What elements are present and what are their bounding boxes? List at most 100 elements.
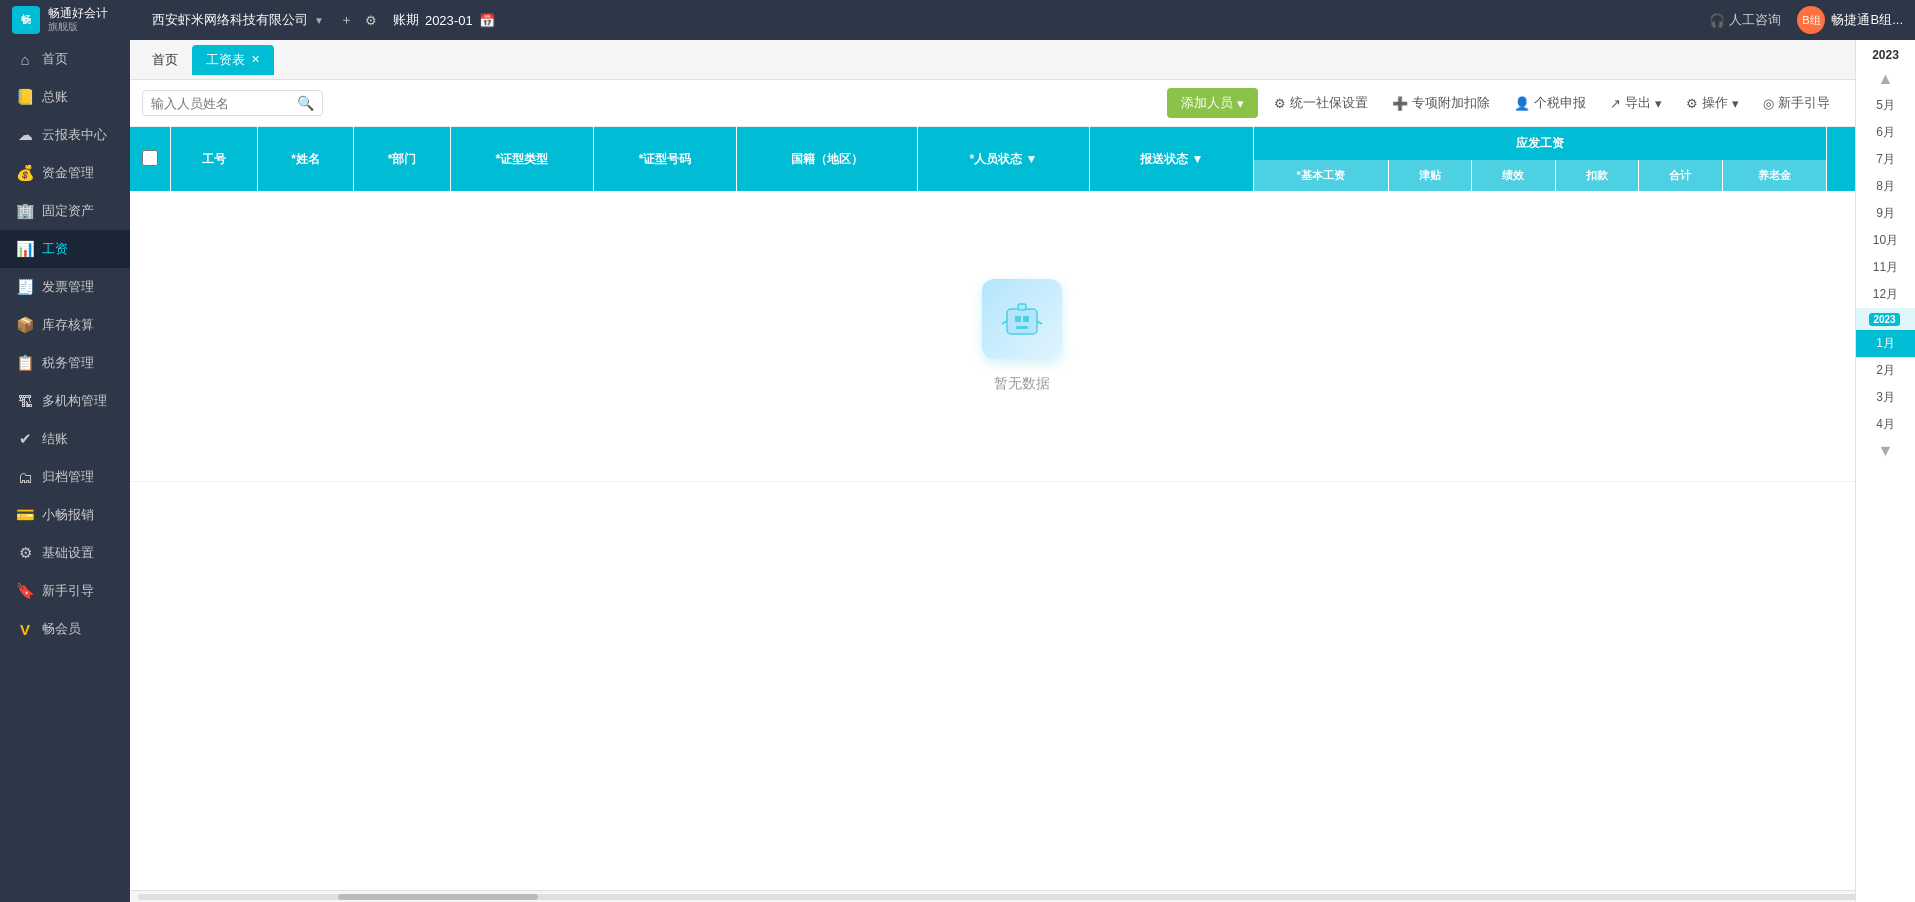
- sidebar-item-inventory[interactable]: 📦 库存核算: [0, 306, 130, 344]
- tab-close-icon[interactable]: ✕: [251, 53, 260, 66]
- sidebar-item-salary[interactable]: 📊 工资: [0, 230, 130, 268]
- select-all-th[interactable]: [130, 127, 170, 191]
- sidebar-item-capital[interactable]: 💰 资金管理: [0, 154, 130, 192]
- home-icon: ⌂: [16, 51, 34, 68]
- main-content: 首页 工资表 ✕ 🔍 添加人员 ▾ ⚙ 统一社保设置 ➕ 专项附加扣除 👤 个税…: [130, 40, 1915, 902]
- date-month-11[interactable]: 11月: [1856, 254, 1915, 281]
- operations-btn[interactable]: ⚙ 操作 ▾: [1678, 90, 1747, 116]
- archive-icon: 🗂: [16, 469, 34, 486]
- tab-salary[interactable]: 工资表 ✕: [192, 45, 274, 75]
- period-label: 账期: [393, 11, 419, 29]
- sidebar-item-settings[interactable]: ⚙ 基础设置: [0, 534, 130, 572]
- right-area: 🎧 人工咨询 B组 畅捷通B组...: [1709, 6, 1903, 34]
- service-btn[interactable]: 🎧 人工咨询: [1709, 11, 1781, 29]
- search-wrap[interactable]: 🔍: [142, 90, 323, 116]
- date-month-1[interactable]: 1月: [1856, 330, 1915, 357]
- sidebar-item-expense[interactable]: 💳 小畅报销: [0, 496, 130, 534]
- service-label: 人工咨询: [1729, 11, 1781, 29]
- export-btn[interactable]: ↗ 导出 ▾: [1602, 90, 1670, 116]
- tab-salary-label: 工资表: [206, 51, 245, 69]
- date-month-12[interactable]: 12月: [1856, 281, 1915, 308]
- sidebar-item-ledger[interactable]: 📒 总账: [0, 78, 130, 116]
- capital-icon: 💰: [16, 164, 34, 182]
- add-person-btn[interactable]: 添加人员 ▾: [1167, 88, 1258, 118]
- new-guide-btn[interactable]: ◎ 新手引导: [1755, 90, 1838, 116]
- sidebar-label-vip: 畅会员: [42, 620, 81, 638]
- invoice-icon: 🧾: [16, 278, 34, 296]
- select-all-checkbox[interactable]: [142, 150, 158, 166]
- sidebar-label-salary: 工资: [42, 240, 68, 258]
- app-subtitle: 旗舰版: [48, 20, 108, 34]
- report-filter-icon[interactable]: ▼: [1191, 152, 1203, 166]
- assets-icon: 🏢: [16, 202, 34, 220]
- period-area: 账期 2023-01 📅: [393, 11, 495, 29]
- settings-icon: ⚙: [16, 544, 34, 562]
- header-actions: ＋ ⚙: [340, 11, 377, 29]
- search-input[interactable]: [151, 96, 291, 111]
- sidebar-item-guide[interactable]: 🔖 新手引导: [0, 572, 130, 610]
- ledger-icon: 📒: [16, 88, 34, 106]
- salary-icon: 📊: [16, 240, 34, 258]
- export-label: 导出: [1625, 94, 1651, 112]
- date-month-6[interactable]: 6月: [1856, 119, 1915, 146]
- sidebar-label-tax: 税务管理: [42, 354, 94, 372]
- operations-label: 操作: [1702, 94, 1728, 112]
- date-month-2[interactable]: 2月: [1856, 357, 1915, 384]
- col-country: 国籍（地区）: [737, 127, 918, 191]
- tab-home-label: 首页: [152, 51, 178, 69]
- date-month-9[interactable]: 9月: [1856, 200, 1915, 227]
- date-header: 2023: [1872, 44, 1899, 66]
- add-company-btn[interactable]: ＋: [340, 11, 353, 29]
- col-total: 合计: [1639, 160, 1723, 191]
- social-settings-btn[interactable]: ⚙ 统一社保设置: [1266, 90, 1376, 116]
- col-pension: 养老金: [1722, 160, 1827, 191]
- sidebar-item-vip[interactable]: V 畅会员: [0, 610, 130, 648]
- date-month-4[interactable]: 4月: [1856, 411, 1915, 438]
- sidebar-label-archive: 归档管理: [42, 468, 94, 486]
- date-month-3[interactable]: 3月: [1856, 384, 1915, 411]
- avatar-initials: B组: [1802, 13, 1820, 28]
- personal-tax-icon: 👤: [1514, 96, 1530, 111]
- sidebar-label-cloud: 云报表中心: [42, 126, 107, 144]
- period-value: 2023-01: [425, 13, 473, 28]
- date-up-icon[interactable]: ▲: [1874, 66, 1898, 92]
- date-month-5[interactable]: 5月: [1856, 92, 1915, 119]
- date-month-10[interactable]: 10月: [1856, 227, 1915, 254]
- special-deduction-btn[interactable]: ➕ 专项附加扣除: [1384, 90, 1498, 116]
- salary-table: 工号 *姓名 *部门 *证型类型 *证型号码 国籍（地区） *人员状态 ▼ 报送…: [130, 127, 1915, 482]
- settings-btn[interactable]: ⚙: [365, 13, 377, 28]
- date-down-icon[interactable]: ▼: [1874, 438, 1898, 464]
- sidebar-item-cloud-report[interactable]: ☁ 云报表中心: [0, 116, 130, 154]
- date-month-7[interactable]: 7月: [1856, 146, 1915, 173]
- sidebar-label-expense: 小畅报销: [42, 506, 94, 524]
- tab-home[interactable]: 首页: [138, 45, 192, 75]
- user-area[interactable]: B组 畅捷通B组...: [1797, 6, 1903, 34]
- sidebar: ⌂ 首页 📒 总账 ☁ 云报表中心 💰 资金管理 🏢 固定资产 📊 工资 🧾 发…: [0, 40, 130, 902]
- sidebar-item-multi-org[interactable]: 🏗 多机构管理: [0, 382, 130, 420]
- col-status: *人员状态 ▼: [917, 127, 1090, 191]
- col-report-status: 报送状态 ▼: [1090, 127, 1254, 191]
- status-filter-icon[interactable]: ▼: [1026, 152, 1038, 166]
- sidebar-item-home[interactable]: ⌂ 首页: [0, 40, 130, 78]
- sidebar-item-tax[interactable]: 📋 税务管理: [0, 344, 130, 382]
- search-icon: 🔍: [297, 95, 314, 111]
- personal-tax-btn[interactable]: 👤 个税申报: [1506, 90, 1594, 116]
- col-base-salary: *基本工资: [1253, 160, 1388, 191]
- headset-icon: 🎧: [1709, 13, 1725, 28]
- sidebar-item-archive[interactable]: 🗂 归档管理: [0, 458, 130, 496]
- scroll-thumb: [338, 894, 538, 900]
- date-month-8[interactable]: 8月: [1856, 173, 1915, 200]
- sidebar-item-close[interactable]: ✔ 结账: [0, 420, 130, 458]
- expense-icon: 💳: [16, 506, 34, 524]
- sidebar-item-invoice[interactable]: 🧾 发票管理: [0, 268, 130, 306]
- empty-state-cell: 暂无数据: [130, 191, 1915, 482]
- app-title: 畅通好会计: [48, 6, 108, 20]
- svg-rect-6: [1018, 304, 1026, 310]
- vip-icon: V: [16, 621, 34, 638]
- col-performance: 绩效: [1472, 160, 1556, 191]
- operations-icon: ⚙: [1686, 96, 1698, 111]
- company-selector[interactable]: 西安虾米网络科技有限公司 ▼: [152, 11, 324, 29]
- bottom-scrollbar[interactable]: [130, 890, 1915, 902]
- calendar-icon[interactable]: 📅: [479, 13, 495, 28]
- sidebar-item-fixed-assets[interactable]: 🏢 固定资产: [0, 192, 130, 230]
